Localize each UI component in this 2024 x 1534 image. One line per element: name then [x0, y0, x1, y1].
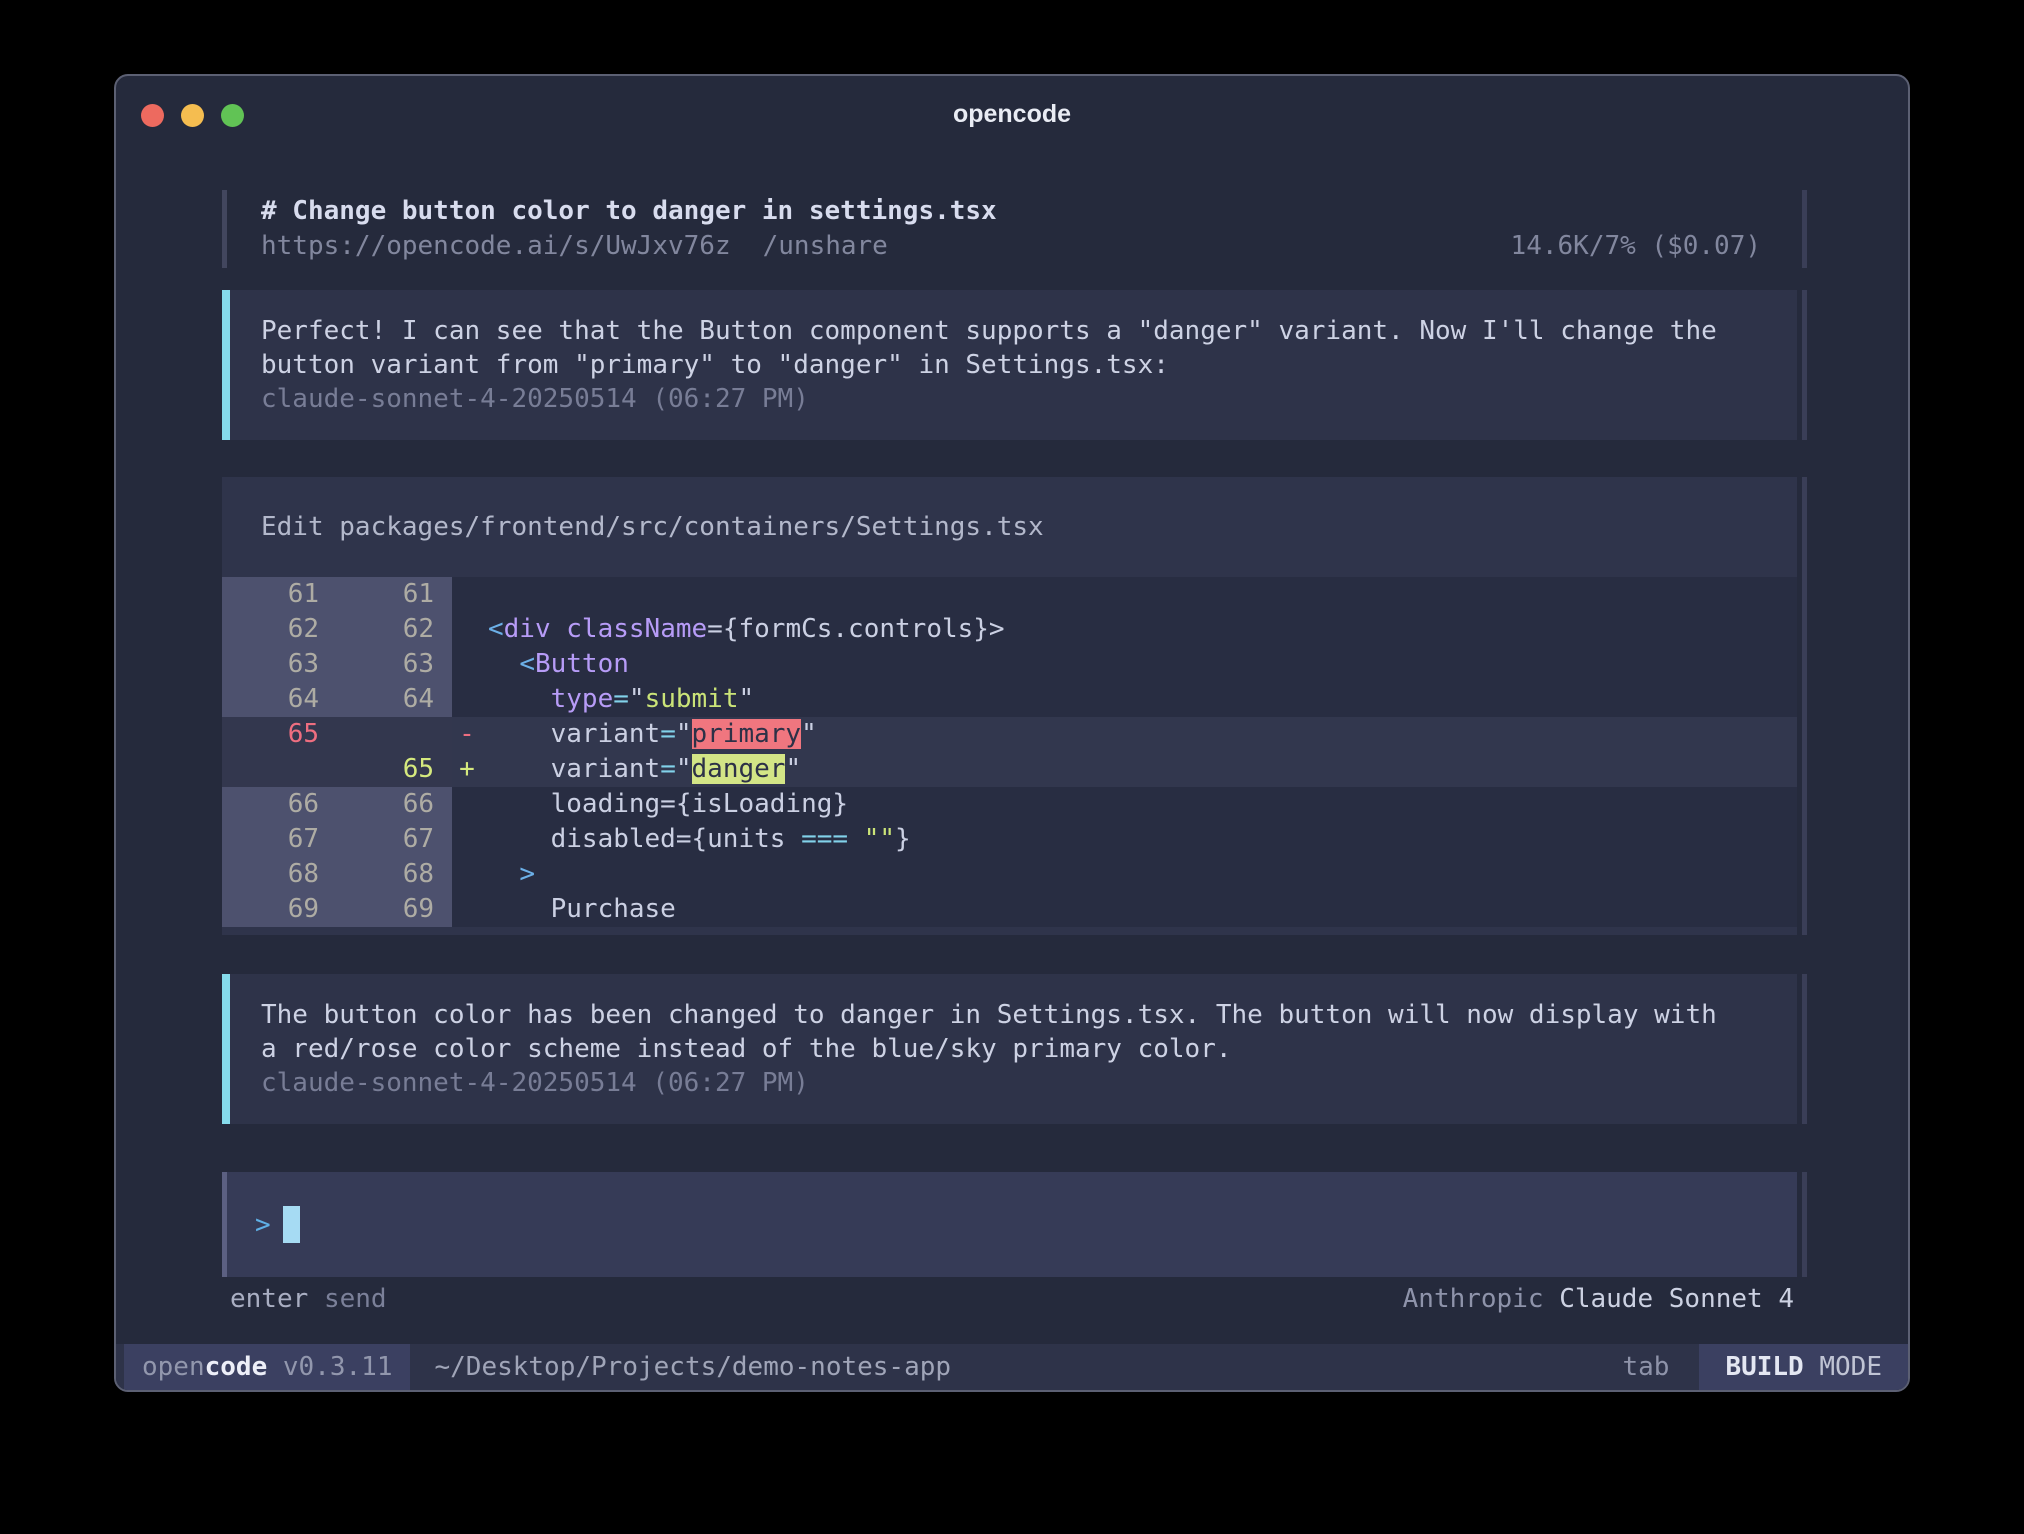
scroll-indicator [1802, 974, 1807, 1124]
share-url[interactable]: https://opencode.ai/s/UwJxv76z [261, 231, 731, 261]
diff-row: 6767 disabled={units === ""} [222, 822, 1797, 857]
titlebar: opencode [116, 76, 1908, 140]
diff-row: 6666 loading={isLoading} [222, 787, 1797, 822]
app-version-chip: opencode v0.3.11 [124, 1344, 410, 1390]
model-timestamp: claude-sonnet-4-20250514 (06:27 PM) [261, 1066, 1777, 1100]
diff-row: 65- variant="primary" [222, 717, 1797, 752]
status-bar: opencode v0.3.11 ~/Desktop/Projects/demo… [116, 1344, 1908, 1390]
context-usage: 14.6K/7% ($0.07) [1511, 229, 1761, 264]
session-header: # Change button color to danger in setti… [222, 190, 1797, 268]
prompt-symbol: > [255, 1210, 271, 1240]
model-timestamp: claude-sonnet-4-20250514 (06:27 PM) [261, 382, 1777, 416]
working-directory: ~/Desktop/Projects/demo-notes-app [434, 1352, 951, 1382]
diff-rows: 61616262<div className={formCs.controls}… [222, 577, 1797, 927]
diff-row: 65+ variant="danger" [222, 752, 1797, 787]
message-text: Perfect! I can see that the Button compo… [261, 314, 1777, 348]
scroll-indicator [1802, 190, 1807, 268]
edit-tool-block: Edit packages/frontend/src/containers/Se… [222, 477, 1797, 935]
diff-row: 6262<div className={formCs.controls}> [222, 612, 1797, 647]
diff-row: 6969 Purchase [222, 892, 1797, 927]
text-cursor [283, 1206, 300, 1243]
hints-row: enter send Anthropic Claude Sonnet 4 [230, 1282, 1794, 1316]
assistant-message: Perfect! I can see that the Button compo… [222, 290, 1797, 440]
unshare-command[interactable]: /unshare [763, 231, 888, 261]
session-title: # Change button color to danger in setti… [261, 194, 997, 229]
edited-file-path: packages/frontend/src/containers/Setting… [339, 512, 1043, 542]
edit-tool-header: Edit packages/frontend/src/containers/Se… [222, 477, 1797, 577]
window-title: opencode [116, 100, 1908, 129]
model-indicator: Anthropic Claude Sonnet 4 [1403, 1282, 1794, 1316]
diff-row: 6868 > [222, 857, 1797, 892]
scroll-indicator [1802, 290, 1807, 440]
send-hint: enter send [230, 1282, 387, 1316]
message-text: The button color has been changed to dan… [261, 998, 1777, 1032]
message-text: button variant from "primary" to "danger… [261, 348, 1777, 382]
opencode-window: opencode # Change button color to danger… [114, 74, 1910, 1392]
diff-row: 6363 <Button [222, 647, 1797, 682]
tool-action: Edit [261, 512, 324, 542]
prompt-input[interactable]: > [222, 1172, 1797, 1277]
tab-key-hint[interactable]: tab [1622, 1352, 1669, 1382]
build-mode-chip[interactable]: BUILD MODE [1699, 1344, 1908, 1390]
scroll-indicator [1802, 1172, 1807, 1277]
scroll-indicator [1802, 477, 1807, 935]
session-url-group: https://opencode.ai/s/UwJxv76z/unshare [261, 229, 888, 264]
diff-row: 6161 [222, 577, 1797, 612]
message-text: a red/rose color scheme instead of the b… [261, 1032, 1777, 1066]
diff-row: 6464 type="submit" [222, 682, 1797, 717]
assistant-message: The button color has been changed to dan… [222, 974, 1797, 1124]
